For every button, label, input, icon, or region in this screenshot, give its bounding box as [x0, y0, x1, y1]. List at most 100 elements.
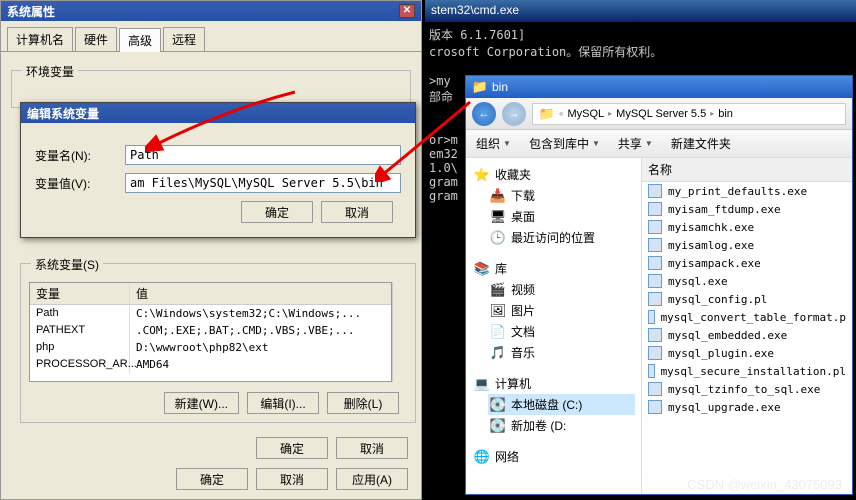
- new-folder-button[interactable]: 新建文件夹: [671, 135, 731, 152]
- video-icon: 🎬: [490, 282, 506, 298]
- desktop-icon: 🖥: [490, 209, 506, 225]
- table-row: PATHEXT.COM;.EXE;.BAT;.CMD;.VBS;.VBE;...: [30, 322, 391, 339]
- var-name-input[interactable]: [125, 145, 401, 165]
- tree-network[interactable]: 网络: [495, 448, 519, 465]
- network-icon: 🌐: [474, 449, 490, 465]
- file-item[interactable]: mysql_upgrade.exe: [642, 398, 852, 416]
- sys-ok-button[interactable]: 确定: [176, 468, 248, 490]
- file-item[interactable]: mysql.exe: [642, 272, 852, 290]
- sys-cancel-button[interactable]: 取消: [256, 468, 328, 490]
- tree-videos[interactable]: 视频: [511, 281, 535, 298]
- file-name: mysql_secure_installation.pl: [661, 365, 846, 378]
- file-item[interactable]: mysql_tzinfo_to_sql.exe: [642, 380, 852, 398]
- tree-documents[interactable]: 文档: [511, 323, 535, 340]
- computer-icon: 💻: [474, 376, 490, 392]
- edit-dialog-titlebar: 编辑系统变量: [21, 103, 415, 123]
- file-icon: [648, 292, 662, 306]
- watermark: CSDN @weixin_43075093: [687, 477, 842, 492]
- edit-dialog-title: 编辑系统变量: [27, 105, 99, 122]
- tree-music[interactable]: 音乐: [511, 344, 535, 361]
- tree-recent[interactable]: 最近访问的位置: [511, 229, 595, 246]
- file-item[interactable]: mysql_convert_table_format.p: [642, 308, 852, 326]
- file-item[interactable]: myisampack.exe: [642, 254, 852, 272]
- var-value-label: 变量值(V):: [35, 175, 115, 192]
- ok-button[interactable]: 确定: [241, 201, 313, 223]
- file-icon: [648, 382, 662, 396]
- drive-icon: 💽: [490, 397, 506, 413]
- folder-icon: 📁: [539, 106, 555, 122]
- close-icon[interactable]: ✕: [399, 4, 415, 18]
- breadcrumb-seg[interactable]: bin: [718, 108, 733, 120]
- file-list[interactable]: 名称 my_print_defaults.exemyisam_ftdump.ex…: [642, 158, 852, 494]
- file-name: myisamlog.exe: [668, 239, 754, 252]
- file-name: myisamchk.exe: [668, 221, 754, 234]
- cmd-title-text: stem32\cmd.exe: [431, 3, 519, 17]
- tree-desktop[interactable]: 桌面: [511, 208, 535, 225]
- env-cancel-button[interactable]: 取消: [336, 437, 408, 459]
- file-item[interactable]: mysql_secure_installation.pl: [642, 362, 852, 380]
- share-menu[interactable]: 共享▼: [618, 135, 653, 152]
- sys-vars-table[interactable]: 变量 值 PathC:\Windows\system32;C:\Windows;…: [29, 282, 392, 382]
- tab-hardware[interactable]: 硬件: [75, 27, 117, 51]
- system-variables-group: 系统变量(S) 变量 值 PathC:\Windows\system32;C:\…: [20, 255, 416, 459]
- delete-button[interactable]: 删除(L): [327, 392, 399, 414]
- tree-computer[interactable]: 计算机: [495, 375, 531, 392]
- file-item[interactable]: my_print_defaults.exe: [642, 182, 852, 200]
- file-item[interactable]: myisam_ftdump.exe: [642, 200, 852, 218]
- new-button[interactable]: 新建(W)...: [164, 392, 239, 414]
- file-item[interactable]: myisamchk.exe: [642, 218, 852, 236]
- file-icon: [648, 346, 662, 360]
- forward-button[interactable]: →: [502, 102, 526, 126]
- drive-icon: 💽: [490, 418, 506, 434]
- back-button[interactable]: ←: [472, 102, 496, 126]
- scrollbar[interactable]: [392, 282, 407, 382]
- edit-button[interactable]: 编辑(I)...: [247, 392, 319, 414]
- file-icon: [648, 202, 662, 216]
- tree-downloads[interactable]: 下载: [511, 187, 535, 204]
- tree-local-c[interactable]: 本地磁盘 (C:): [511, 396, 582, 413]
- file-icon: [648, 256, 662, 270]
- chevron-down-icon: ▼: [503, 139, 511, 148]
- breadcrumb[interactable]: 📁 « MySQL ▸ MySQL Server 5.5 ▸ bin: [532, 103, 846, 125]
- file-icon: [648, 400, 662, 414]
- env-ok-button[interactable]: 确定: [256, 437, 328, 459]
- file-icon: [648, 238, 662, 252]
- explorer-tree[interactable]: ⭐收藏夹 📥下载 🖥桌面 🕒最近访问的位置 📚库 🎬视频 🖼图片 📄文档 🎵音乐…: [466, 158, 642, 494]
- system-properties-titlebar: 系统属性 ✕: [1, 1, 421, 21]
- tree-libraries[interactable]: 库: [495, 260, 507, 277]
- organize-menu[interactable]: 组织▼: [476, 135, 511, 152]
- cancel-button[interactable]: 取消: [321, 201, 393, 223]
- chevron-down-icon: ▼: [645, 139, 653, 148]
- file-icon: [648, 328, 662, 342]
- file-name: mysql_convert_table_format.p: [661, 311, 846, 324]
- sys-apply-button[interactable]: 应用(A): [336, 468, 408, 490]
- file-icon: [648, 310, 655, 324]
- col-header-var: 变量: [30, 283, 130, 304]
- file-item[interactable]: mysql_plugin.exe: [642, 344, 852, 362]
- chevron-down-icon: ▼: [592, 139, 600, 148]
- breadcrumb-seg[interactable]: MySQL: [567, 108, 604, 120]
- tree-pictures[interactable]: 图片: [511, 302, 535, 319]
- var-value-input[interactable]: [125, 173, 401, 193]
- star-icon: ⭐: [474, 167, 490, 183]
- file-name: mysql_tzinfo_to_sql.exe: [668, 383, 820, 396]
- tree-favorites[interactable]: 收藏夹: [495, 166, 531, 183]
- tab-remote[interactable]: 远程: [163, 27, 205, 51]
- tab-advanced[interactable]: 高级: [119, 28, 161, 52]
- include-menu[interactable]: 包含到库中▼: [529, 135, 600, 152]
- tree-new-vol[interactable]: 新加卷 (D:: [511, 417, 566, 434]
- download-icon: 📥: [490, 188, 506, 204]
- music-icon: 🎵: [490, 345, 506, 361]
- file-item[interactable]: mysql_embedded.exe: [642, 326, 852, 344]
- table-row: phpD:\wwwroot\php82\ext: [30, 339, 391, 356]
- table-row: PROCESSOR_AR...AMD64: [30, 356, 391, 373]
- file-name: my_print_defaults.exe: [668, 185, 807, 198]
- explorer-window: 📁 bin ← → 📁 « MySQL ▸ MySQL Server 5.5 ▸…: [465, 75, 853, 495]
- file-item[interactable]: mysql_config.pl: [642, 290, 852, 308]
- explorer-nav: ← → 📁 « MySQL ▸ MySQL Server 5.5 ▸ bin: [466, 98, 852, 130]
- sys-props-footer: 确定 取消 应用(A): [20, 468, 416, 490]
- tab-computer-name[interactable]: 计算机名: [7, 27, 73, 51]
- file-item[interactable]: myisamlog.exe: [642, 236, 852, 254]
- breadcrumb-seg[interactable]: MySQL Server 5.5: [616, 108, 706, 120]
- pictures-icon: 🖼: [490, 303, 506, 319]
